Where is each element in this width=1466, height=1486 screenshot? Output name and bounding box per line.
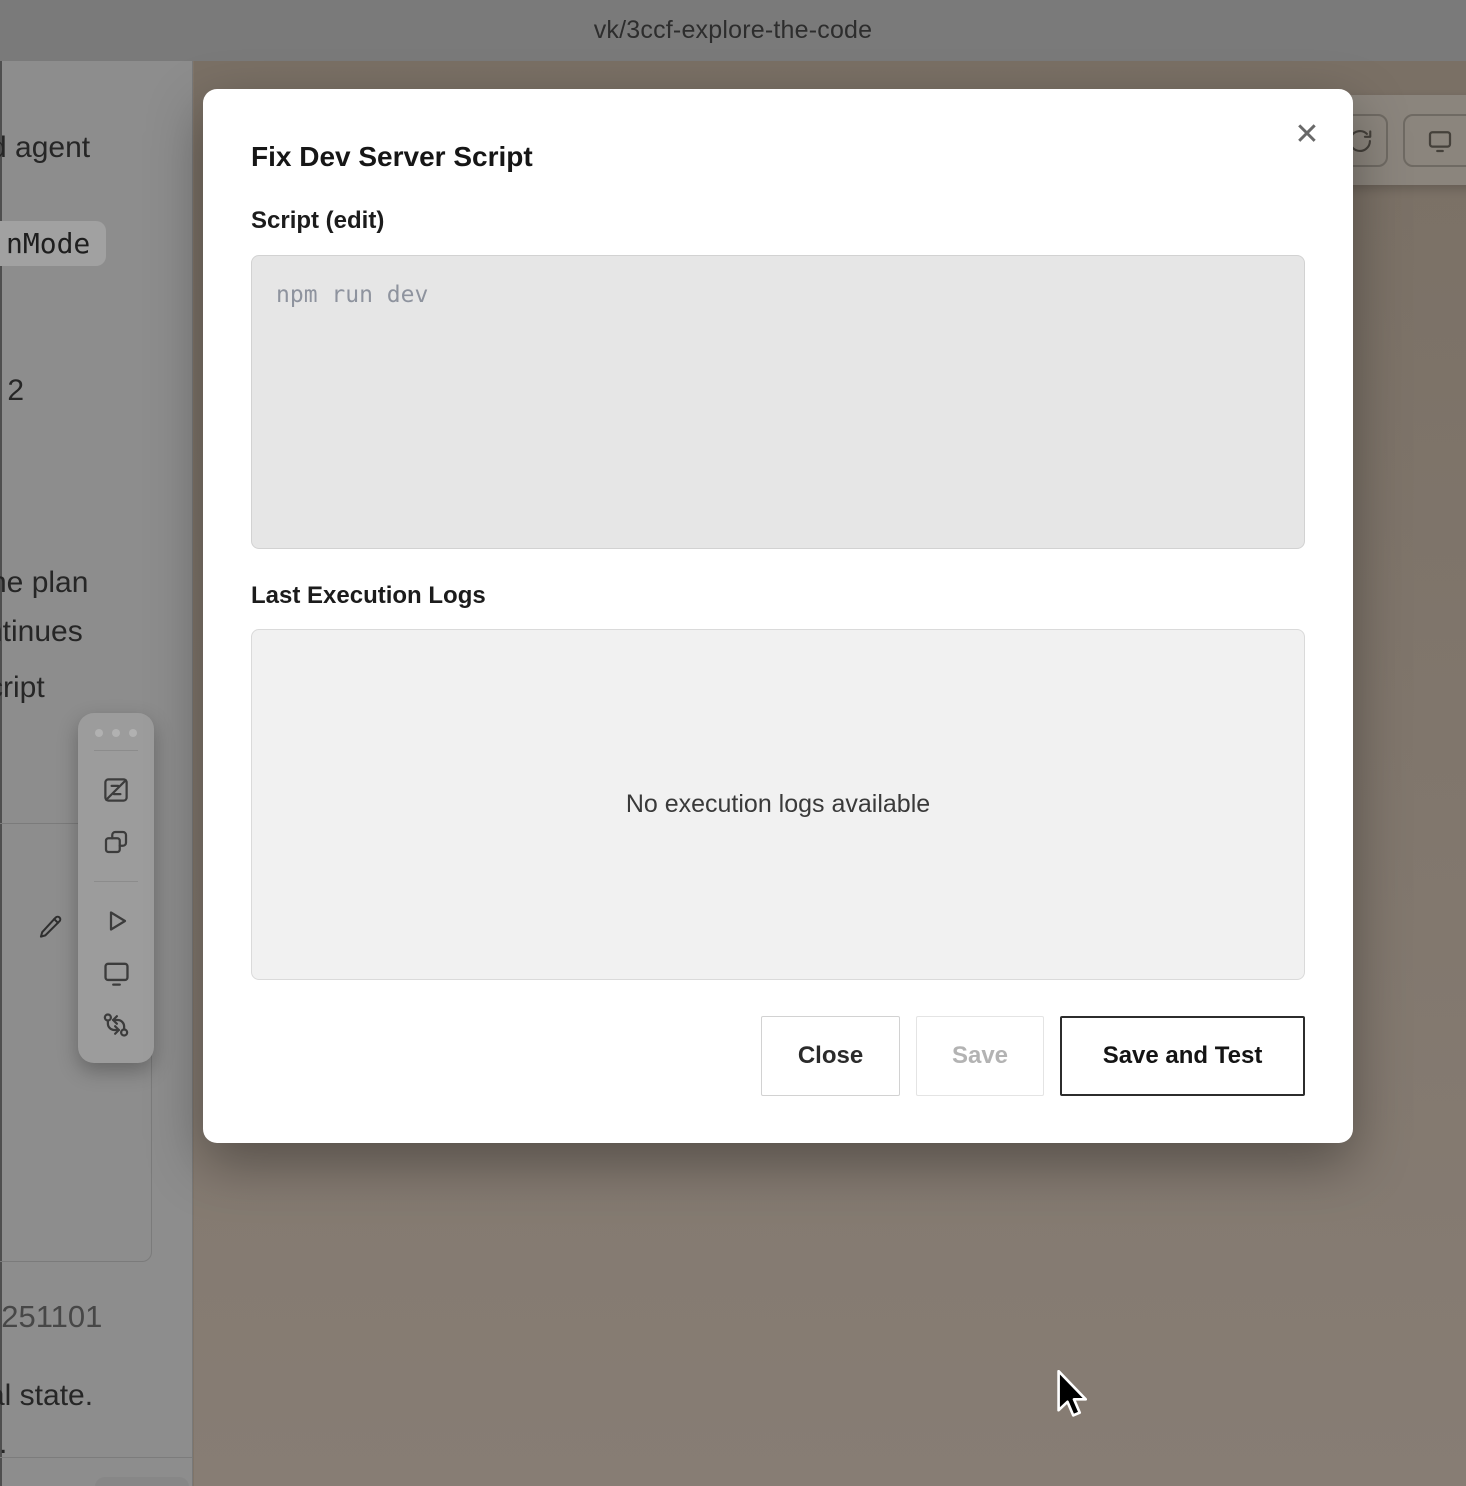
script-input[interactable] [251, 255, 1305, 549]
save-and-test-button[interactable]: Save and Test [1060, 1016, 1305, 1096]
logs-label: Last Execution Logs [251, 582, 486, 609]
script-label: Script (edit) [251, 207, 385, 234]
save-button[interactable]: Save [916, 1016, 1044, 1096]
logs-empty-message: No execution logs available [625, 790, 931, 818]
modal-title: Fix Dev Server Script [251, 141, 533, 172]
app-window: vk/3ccf-explore-the-code d agent nMode y… [0, 0, 1466, 1486]
fix-dev-server-modal: Fix Dev Server Script ✕ Script (edit) La… [203, 89, 1353, 1143]
close-button[interactable]: Close [761, 1016, 900, 1096]
close-icon[interactable]: ✕ [1287, 115, 1327, 155]
modal-button-row: Close Save Save and Test [251, 1016, 1305, 1096]
execution-logs-box: No execution logs available [251, 629, 1305, 980]
